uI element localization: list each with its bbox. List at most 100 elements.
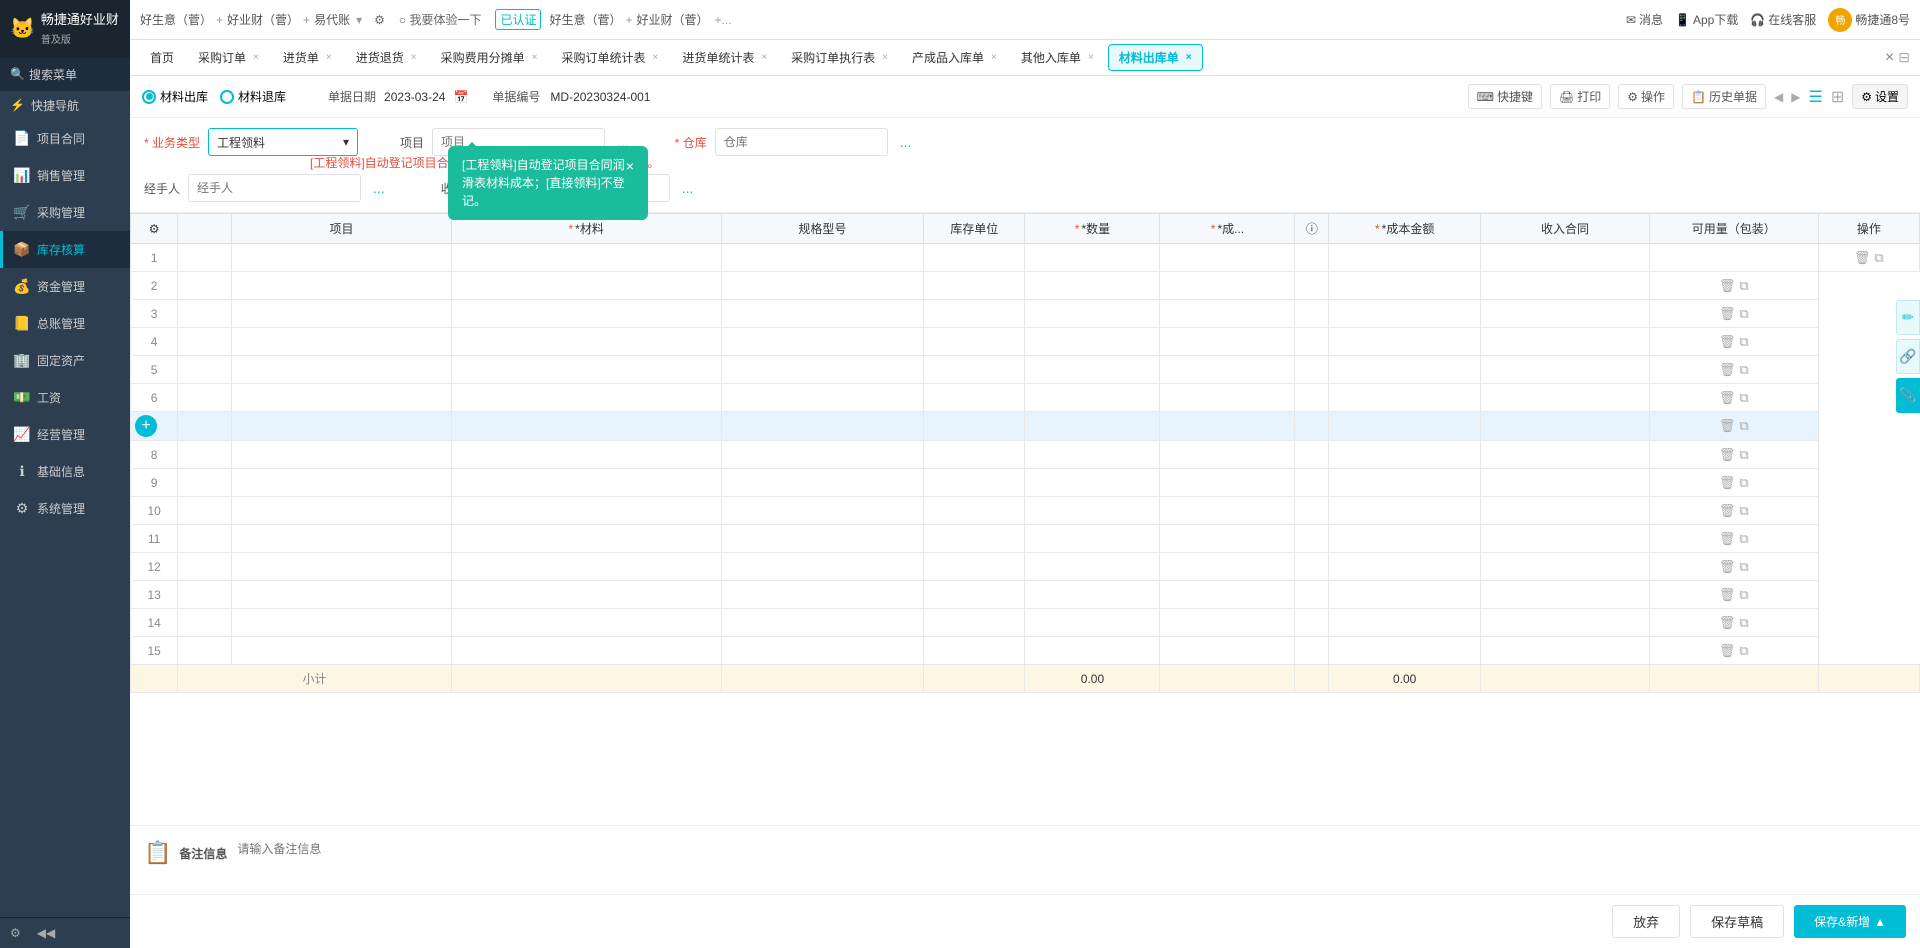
operations-btn[interactable]: ⚙ 操作	[1618, 84, 1674, 109]
notes-input[interactable]	[237, 840, 837, 880]
copy-row-btn[interactable]: ⧉	[1737, 557, 1750, 577]
delete-row-btn[interactable]: 🗑	[1717, 360, 1738, 380]
copy-row-btn[interactable]: ⧉	[1737, 360, 1750, 380]
user-menu[interactable]: 畅 畅捷通8号	[1828, 8, 1910, 32]
close-icon[interactable]: ×	[652, 52, 658, 63]
online-service-btn[interactable]: 🎧 在线客服	[1750, 11, 1816, 28]
tab-purchase-exec[interactable]: 采购订单执行表×	[781, 45, 898, 70]
close-window-icon[interactable]: ×	[1885, 49, 1894, 67]
copy-row-btn[interactable]: ⧉	[1737, 641, 1750, 661]
copy-row-btn[interactable]: ⧉	[1737, 529, 1750, 549]
copy-row-btn[interactable]: ⧉	[1737, 445, 1750, 465]
gear-icon-topbar[interactable]: ⚙	[374, 13, 385, 27]
copy-row-btn[interactable]: ⧉	[1737, 501, 1750, 521]
more-btn[interactable]: +...	[715, 13, 732, 27]
close-icon[interactable]: ×	[253, 52, 259, 63]
tab-finished-goods[interactable]: 产成品入库单×	[902, 45, 1007, 70]
copy-row-btn[interactable]: ⧉	[1737, 276, 1750, 296]
radio-return[interactable]: 材料退库	[220, 88, 286, 105]
delete-row-btn[interactable]: 🗑	[1852, 248, 1873, 268]
delete-row-btn[interactable]: 🗑	[1717, 473, 1738, 493]
tab-other-receipt[interactable]: 其他入库单×	[1011, 45, 1104, 70]
right-float-btn-3[interactable]: 📎	[1896, 378, 1920, 413]
prev-record-icon[interactable]: ◀	[1774, 90, 1783, 104]
sidebar-nav[interactable]: ⚡ 快捷导航	[0, 91, 130, 120]
history-btn[interactable]: 📋 历史单据	[1682, 84, 1766, 109]
settings-icon[interactable]: ⚙	[10, 926, 21, 940]
grid-view-icon[interactable]: ⊞	[1831, 87, 1844, 107]
copy-row-btn[interactable]: ⧉	[1737, 416, 1750, 436]
sidebar-item-operations[interactable]: 📈 经营管理	[0, 416, 130, 453]
delete-row-btn[interactable]: 🗑	[1717, 388, 1738, 408]
message-btn[interactable]: ✉ 消息	[1626, 11, 1663, 28]
handler-dots[interactable]: ...	[369, 178, 389, 198]
delete-row-btn[interactable]: 🗑	[1717, 529, 1738, 549]
right-float-btn-1[interactable]: ✏	[1896, 300, 1920, 335]
save-draft-button[interactable]: 保存草稿	[1690, 905, 1784, 938]
tab-goods-stats[interactable]: 进货单统计表×	[672, 45, 777, 70]
save-new-button[interactable]: 保存&新增 ▲	[1794, 905, 1906, 938]
dropdown-arrow[interactable]: ▾	[356, 13, 362, 27]
print-btn[interactable]: 🖨 打印	[1550, 84, 1610, 109]
copy-row-btn[interactable]: ⧉	[1737, 388, 1750, 408]
col-cost-info-header[interactable]: ⓘ	[1295, 214, 1329, 244]
close-icon[interactable]: ×	[411, 52, 417, 63]
add-row-btn[interactable]: +	[135, 415, 157, 437]
tab-purchase-expense[interactable]: 采购费用分摊单×	[431, 45, 548, 70]
copy-row-btn[interactable]: ⧉	[1872, 248, 1885, 268]
list-view-icon[interactable]: ☰	[1808, 87, 1822, 107]
tab-goods-receipt[interactable]: 进货单×	[273, 45, 342, 70]
close-icon[interactable]: ×	[1088, 52, 1094, 63]
delete-row-btn[interactable]: 🗑	[1717, 641, 1738, 661]
window-controls[interactable]: ⊟	[1898, 49, 1910, 66]
experience-icon[interactable]: ○ 我要体验一下	[399, 11, 482, 28]
sidebar-item-basicinfo[interactable]: ℹ 基础信息	[0, 453, 130, 490]
discard-button[interactable]: 放弃	[1612, 905, 1680, 938]
delete-row-btn[interactable]: 🗑	[1717, 557, 1738, 577]
close-icon[interactable]: ×	[991, 52, 997, 63]
warehouse-input[interactable]	[715, 128, 888, 156]
tooltip-close-icon[interactable]: ×	[626, 156, 634, 177]
next-record-icon[interactable]: ▶	[1791, 90, 1800, 104]
income-contract-dots[interactable]: ...	[678, 178, 698, 198]
delete-row-btn[interactable]: 🗑	[1717, 304, 1738, 324]
save-dropdown-icon[interactable]: ▲	[1874, 915, 1886, 929]
delete-row-btn[interactable]: 🗑	[1717, 613, 1738, 633]
sidebar-item-ledger[interactable]: 📒 总账管理	[0, 305, 130, 342]
app-download-btn[interactable]: 📱 App下载	[1675, 11, 1738, 28]
close-icon[interactable]: ×	[532, 52, 538, 63]
copy-row-btn[interactable]: ⧉	[1737, 613, 1750, 633]
sidebar-item-salary[interactable]: 💵 工资	[0, 379, 130, 416]
business-type-select[interactable]: 工程领料 ▾	[208, 128, 358, 156]
calendar-icon[interactable]: 📅	[453, 90, 468, 104]
tab-purchase-stats[interactable]: 采购订单统计表×	[551, 45, 668, 70]
delete-row-btn[interactable]: 🗑	[1717, 416, 1738, 436]
collapse-icon[interactable]: ◀◀	[37, 926, 55, 940]
handler-input[interactable]	[188, 174, 361, 202]
copy-row-btn[interactable]: ⧉	[1737, 585, 1750, 605]
settings-button[interactable]: ⚙ 设置	[1852, 84, 1908, 109]
close-icon[interactable]: ×	[761, 52, 767, 63]
copy-row-btn[interactable]: ⧉	[1737, 332, 1750, 352]
delete-row-btn[interactable]: 🗑	[1717, 445, 1738, 465]
delete-row-btn[interactable]: 🗑	[1717, 276, 1738, 296]
sidebar-search[interactable]: 🔍 搜索菜单	[0, 58, 130, 91]
col-settings-header[interactable]: ⚙	[131, 214, 178, 244]
close-icon[interactable]: ×	[882, 52, 888, 63]
shortcut-btn[interactable]: ⌨ 快捷键	[1468, 84, 1542, 109]
sidebar-item-sales[interactable]: 📊 销售管理	[0, 157, 130, 194]
sidebar-item-project[interactable]: 📄 项目合同	[0, 120, 130, 157]
delete-row-btn[interactable]: 🗑	[1717, 585, 1738, 605]
close-icon[interactable]: ×	[326, 52, 332, 63]
sidebar-item-purchase[interactable]: 🛒 采购管理	[0, 194, 130, 231]
copy-row-btn[interactable]: ⧉	[1737, 304, 1750, 324]
tab-material-outbound[interactable]: 材料出库单×	[1108, 44, 1203, 71]
sidebar-item-finance[interactable]: 💰 资金管理	[0, 268, 130, 305]
delete-row-btn[interactable]: 🗑	[1717, 332, 1738, 352]
row-cell-input2[interactable]	[236, 419, 446, 433]
delete-row-btn[interactable]: 🗑	[1717, 501, 1738, 521]
tab-purchase-order[interactable]: 采购订单×	[188, 45, 269, 70]
tab-home[interactable]: 首页	[140, 45, 184, 70]
row-cell-input[interactable]	[182, 419, 227, 433]
close-icon[interactable]: ×	[1186, 52, 1192, 63]
